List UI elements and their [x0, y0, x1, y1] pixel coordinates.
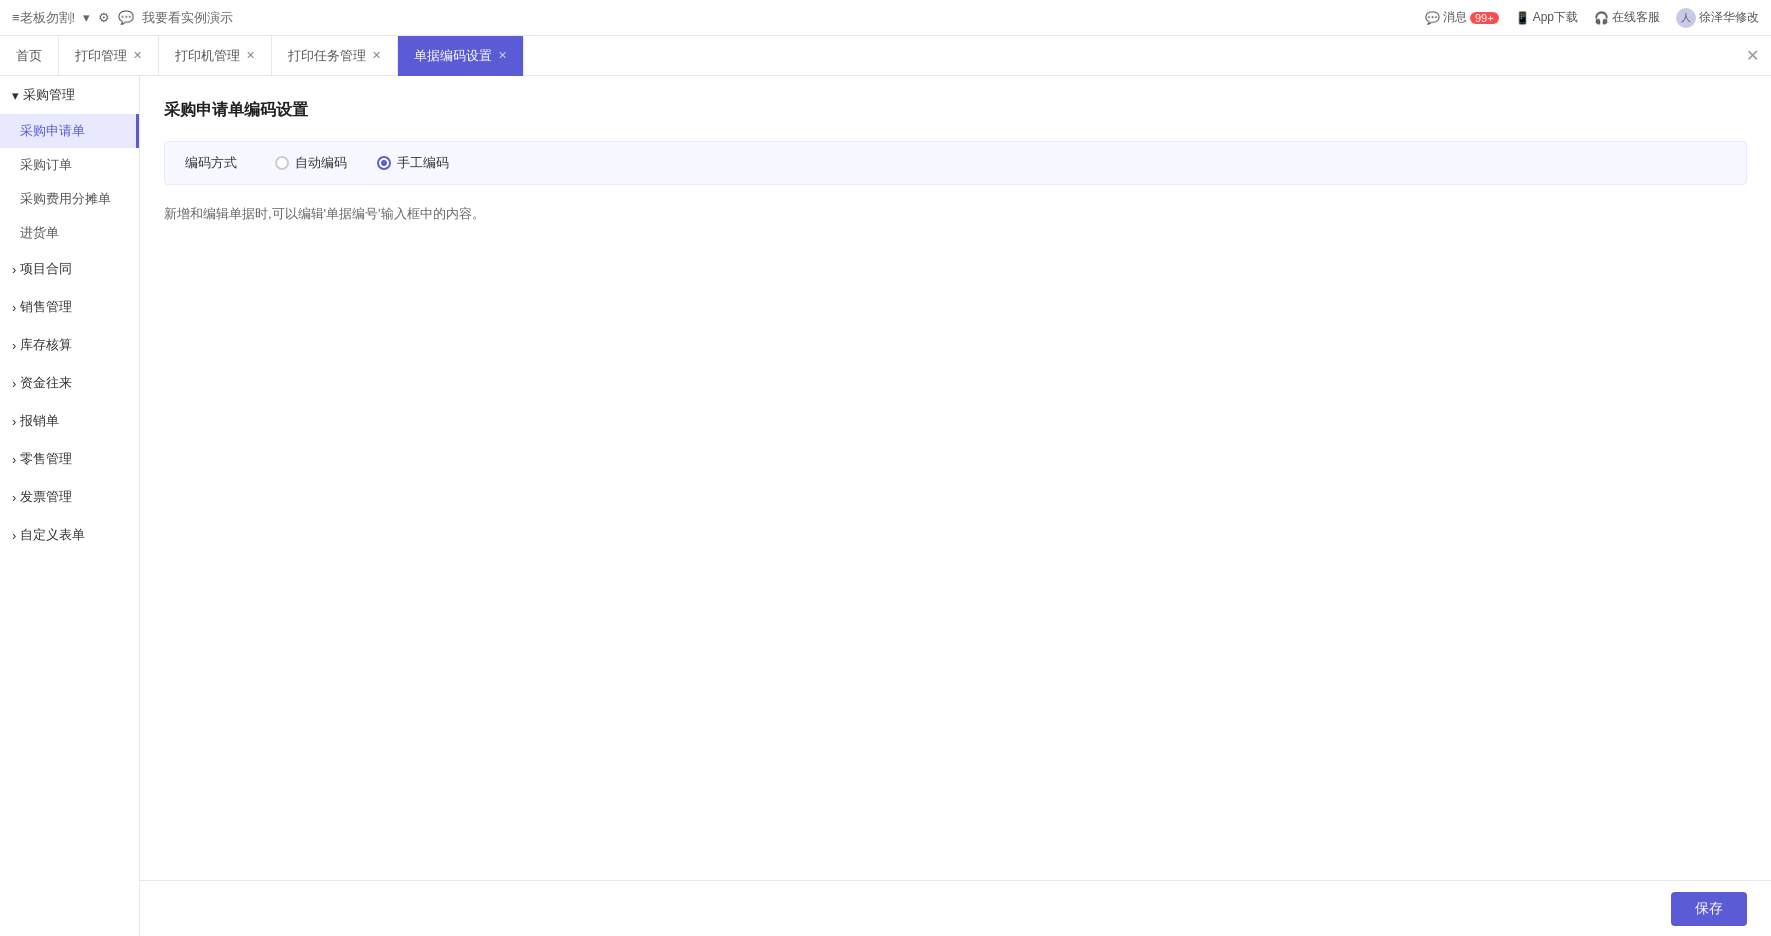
sidebar-item-purchase-order-label: 采购订单	[20, 157, 72, 172]
chevron-down-icon: ▾	[12, 88, 19, 103]
top-bar-right: 💬 消息 99+ 📱 App下载 🎧 在线客服 人 徐泽华修改	[1425, 8, 1759, 28]
message-icon: 💬	[1425, 11, 1440, 25]
content-area: 采购申请单编码设置 编码方式 自动编码 手工编码 新增和编辑单据时,可以编辑'单…	[140, 76, 1771, 936]
sidebar-item-purchase-expense-label: 采购费用分摊单	[20, 191, 111, 206]
sidebar-group-sales-header[interactable]: › 销售管理	[0, 288, 139, 326]
sidebar-group-invoice-label: 发票管理	[20, 488, 72, 506]
sidebar-group-purchase-label: 采购管理	[23, 86, 75, 104]
auto-encoding-option[interactable]: 自动编码	[275, 154, 347, 172]
tab-barcode-setting[interactable]: 单据编码设置 ✕	[398, 36, 524, 76]
tab-printer-mgmt[interactable]: 打印机管理 ✕	[159, 36, 272, 76]
online-service-label: 在线客服	[1612, 9, 1660, 26]
sidebar-group-purchase: ▾ 采购管理 采购申请单 采购订单 采购费用分摊单 进货单	[0, 76, 139, 250]
tab-barcode-setting-label: 单据编码设置	[414, 47, 492, 65]
app-download-item[interactable]: 📱 App下载	[1515, 9, 1578, 26]
sidebar-group-project-header[interactable]: › 项目合同	[0, 250, 139, 288]
encoding-section: 编码方式 自动编码 手工编码	[164, 141, 1747, 185]
sidebar-group-inventory-header[interactable]: › 库存核算	[0, 326, 139, 364]
settings-icon[interactable]: ⚙	[98, 10, 110, 25]
sidebar-item-stock-in-label: 进货单	[20, 225, 59, 240]
sidebar-item-purchase-req[interactable]: 采购申请单	[0, 114, 139, 148]
hint-text: 新增和编辑单据时,可以编辑'单据编号'输入框中的内容。	[164, 205, 1747, 223]
chevron-right-icon: ›	[12, 262, 16, 277]
close-print-task-icon[interactable]: ✕	[372, 49, 381, 62]
manual-encoding-radio[interactable]	[377, 156, 391, 170]
tab-home[interactable]: 首页	[0, 36, 59, 76]
sidebar-group-retail-header[interactable]: › 零售管理	[0, 440, 139, 478]
sidebar-group-fund-header[interactable]: › 资金往来	[0, 364, 139, 402]
sidebar-group-return-label: 报销单	[20, 412, 59, 430]
chevron-right-icon-4: ›	[12, 376, 16, 391]
manual-encoding-label: 手工编码	[397, 154, 449, 172]
announcement-icon: 💬	[118, 10, 134, 25]
close-print-mgmt-icon[interactable]: ✕	[133, 49, 142, 62]
encoding-label: 编码方式	[185, 154, 237, 172]
message-item[interactable]: 💬 消息 99+	[1425, 9, 1499, 26]
sidebar-item-purchase-expense[interactable]: 采购费用分摊单	[0, 182, 139, 216]
sidebar-item-purchase-order[interactable]: 采购订单	[0, 148, 139, 182]
app-download-icon: 📱	[1515, 11, 1530, 25]
app-download-label: App下载	[1533, 9, 1578, 26]
manual-encoding-option[interactable]: 手工编码	[377, 154, 449, 172]
message-label: 消息	[1443, 9, 1467, 26]
sidebar-group-custom-header[interactable]: › 自定义表单	[0, 516, 139, 554]
chevron-right-icon-7: ›	[12, 490, 16, 505]
main-layout: ▾ 采购管理 采购申请单 采购订单 采购费用分摊单 进货单 › 项目合同 › 销…	[0, 76, 1771, 936]
sidebar-group-return-header[interactable]: › 报销单	[0, 402, 139, 440]
close-printer-mgmt-icon[interactable]: ✕	[246, 49, 255, 62]
announcement-text: 我要看实例演示	[142, 9, 233, 27]
sidebar-group-fund-label: 资金往来	[20, 374, 72, 392]
chevron-right-icon-2: ›	[12, 300, 16, 315]
user-name: 徐泽华修改	[1699, 9, 1759, 26]
tab-printer-mgmt-label: 打印机管理	[175, 47, 240, 65]
user-avatar: 人	[1676, 8, 1696, 28]
tab-home-label: 首页	[16, 47, 42, 65]
headset-icon: 🎧	[1594, 11, 1609, 25]
top-bar: ≡老板勿割! ▾ ⚙ 💬 我要看实例演示 💬 消息 99+ 📱 App下载 🎧 …	[0, 0, 1771, 36]
close-barcode-setting-icon[interactable]: ✕	[498, 49, 507, 62]
sidebar-group-purchase-header[interactable]: ▾ 采购管理	[0, 76, 139, 114]
tab-bar: 首页 打印管理 ✕ 打印机管理 ✕ 打印任务管理 ✕ 单据编码设置 ✕ ✕	[0, 36, 1771, 76]
top-bar-left: ≡老板勿割! ▾ ⚙ 💬 我要看实例演示	[12, 9, 233, 27]
sidebar: ▾ 采购管理 采购申请单 采购订单 采购费用分摊单 进货单 › 项目合同 › 销…	[0, 76, 140, 936]
content-footer: 保存	[140, 880, 1771, 936]
sidebar-item-stock-in[interactable]: 进货单	[0, 216, 139, 250]
save-button[interactable]: 保存	[1671, 892, 1747, 926]
sidebar-group-retail-label: 零售管理	[20, 450, 72, 468]
auto-encoding-radio[interactable]	[275, 156, 289, 170]
tab-print-mgmt[interactable]: 打印管理 ✕	[59, 36, 159, 76]
sidebar-group-invoice-header[interactable]: › 发票管理	[0, 478, 139, 516]
content-body: 采购申请单编码设置 编码方式 自动编码 手工编码 新增和编辑单据时,可以编辑'单…	[140, 76, 1771, 880]
close-all-tabs-button[interactable]: ✕	[1734, 46, 1771, 65]
tab-print-task-label: 打印任务管理	[288, 47, 366, 65]
chevron-right-icon-8: ›	[12, 528, 16, 543]
chevron-right-icon-6: ›	[12, 452, 16, 467]
chevron-right-icon-5: ›	[12, 414, 16, 429]
sidebar-group-sales-label: 销售管理	[20, 298, 72, 316]
sidebar-group-inventory-label: 库存核算	[20, 336, 72, 354]
online-service-item[interactable]: 🎧 在线客服	[1594, 9, 1660, 26]
page-title: 采购申请单编码设置	[164, 100, 1747, 121]
sidebar-item-purchase-req-label: 采购申请单	[20, 123, 85, 138]
auto-encoding-label: 自动编码	[295, 154, 347, 172]
user-item[interactable]: 人 徐泽华修改	[1676, 8, 1759, 28]
tab-print-task[interactable]: 打印任务管理 ✕	[272, 36, 398, 76]
tab-print-mgmt-label: 打印管理	[75, 47, 127, 65]
logo-text: ≡老板勿割!	[12, 9, 75, 27]
sidebar-group-custom-label: 自定义表单	[20, 526, 85, 544]
message-badge: 99+	[1470, 12, 1499, 24]
sidebar-group-project-label: 项目合同	[20, 260, 72, 278]
dropdown-icon[interactable]: ▾	[83, 10, 90, 25]
chevron-right-icon-3: ›	[12, 338, 16, 353]
